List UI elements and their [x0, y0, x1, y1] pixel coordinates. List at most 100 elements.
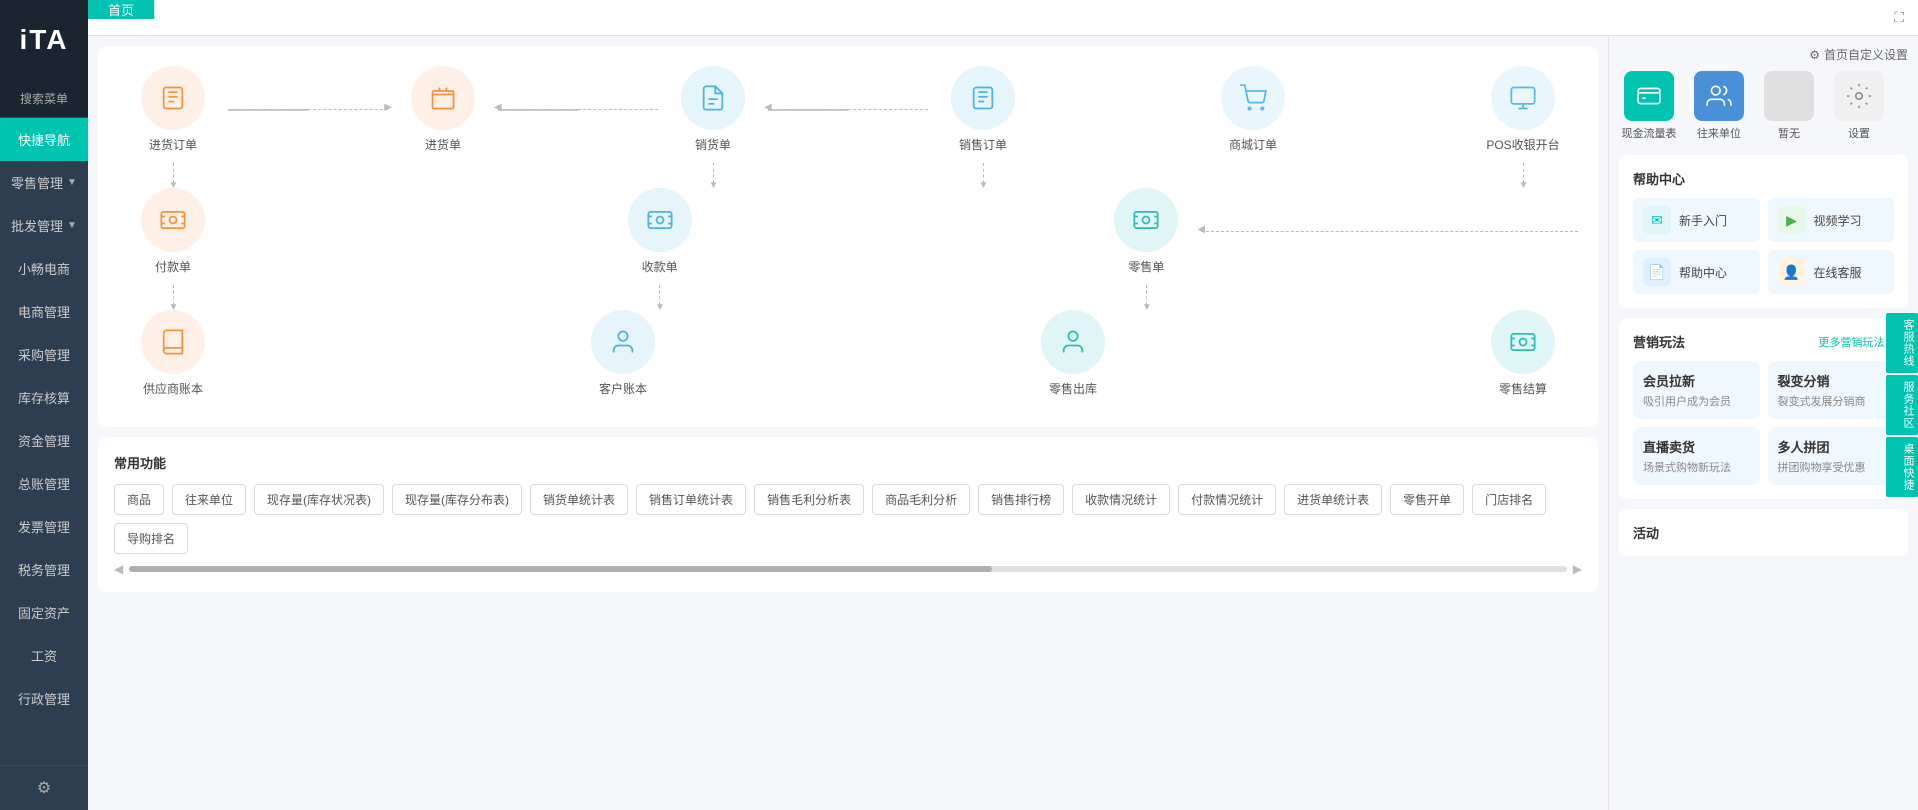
flow-circle-retail-outbound [1041, 310, 1105, 374]
func-button[interactable]: 进货单统计表 [1284, 484, 1382, 515]
flow-label-sales-receipt: 销货单 [695, 136, 731, 153]
quick-icon-box-cash-flow [1624, 71, 1674, 121]
flow-node-retail-order[interactable]: 零售单 [1091, 188, 1201, 275]
func-button[interactable]: 销售订单统计表 [636, 484, 746, 515]
chevron-icon: ▼ [67, 220, 77, 231]
help-section: 帮助中心 ✉新手入门 ▶ 视频学习 📄帮助中心👤在线客服 [1619, 155, 1908, 308]
quick-icon-settings[interactable]: 设置 [1829, 71, 1889, 141]
sidebar-item-xiaochang[interactable]: 小畅电商 [0, 247, 88, 290]
flow-row-1: 进货订单 ▶ 进货单 ◀ 销货单 ◀ 销售订单 商城订单 POS收银开台 [118, 66, 1578, 153]
sidebar-item-retail[interactable]: 零售管理▼ [0, 161, 88, 204]
sidebar-item-inventory[interactable]: 库存核算 [0, 376, 88, 419]
func-button[interactable]: 销货单统计表 [530, 484, 628, 515]
common-functions-title: 常用功能 [114, 453, 1582, 472]
customize-bar[interactable]: ⚙ 首页自定义设置 [1619, 46, 1908, 63]
vert-cell-retail: ▼ [1091, 285, 1201, 305]
func-button[interactable]: 收款情况统计 [1072, 484, 1170, 515]
marketing-title: 营销玩法 [1633, 332, 1685, 351]
flow-node-sales-receipt[interactable]: 销货单 [658, 66, 768, 153]
help-item-beginner[interactable]: ✉新手入门 [1633, 198, 1760, 242]
flow-node-customer-account[interactable]: 客户账本 [568, 310, 678, 397]
float-btn-community[interactable]: 服务社区 [1886, 375, 1918, 435]
activity-title: 活动 [1633, 523, 1894, 542]
flow-node-pos[interactable]: POS收银开台 [1468, 66, 1578, 153]
flow-node-collection[interactable]: 收款单 [605, 188, 715, 275]
help-icon-video: ▶ [1778, 206, 1806, 234]
marketing-item-live[interactable]: 直播卖货 场景式购物新玩法 [1633, 427, 1760, 485]
func-button[interactable]: 往来单位 [172, 484, 246, 515]
flow-node-purchase-receipt[interactable]: 进货单 [388, 66, 498, 153]
func-button[interactable]: 付款情况统计 [1178, 484, 1276, 515]
marketing-header: 营销玩法 更多营销玩法 > [1633, 332, 1894, 351]
quick-icon-partner[interactable]: 往来单位 [1689, 71, 1749, 141]
sidebar-search[interactable]: 搜索菜单 [0, 80, 88, 118]
func-button[interactable]: 商品 [114, 484, 164, 515]
sidebar-gear-icon[interactable]: ⚙ [0, 766, 88, 810]
flow-node-payment[interactable]: 付款单 [118, 188, 228, 275]
sidebar-item-more[interactable]: 行政管理 [0, 677, 88, 720]
gear-small-icon: ⚙ [1809, 48, 1820, 62]
sidebar-item-purchase[interactable]: 采购管理 [0, 333, 88, 376]
help-item-service[interactable]: 👤在线客服 [1768, 250, 1895, 294]
settings-icon [1846, 83, 1872, 109]
vert-arrow-icon: ▼ [1523, 163, 1524, 183]
float-btn-desktop[interactable]: 桌面快捷 [1886, 437, 1918, 497]
help-item-label-video: 视频学习 [1814, 212, 1862, 229]
scroll-right[interactable]: ▶ [1573, 562, 1582, 576]
flow-node-purchase-order[interactable]: 进货订单 [118, 66, 228, 153]
flow-circle-supplier-account [141, 310, 205, 374]
func-button[interactable]: 现存量(库存分布表) [392, 484, 522, 515]
help-icon-service: 👤 [1778, 258, 1806, 286]
sidebar-item-salary[interactable]: 工资 [0, 634, 88, 677]
vert-cell: ▼ [1468, 163, 1578, 183]
quick-icon-none[interactable]: 暂无 [1759, 71, 1819, 141]
scroll-left[interactable]: ◀ [114, 562, 123, 576]
marketing-more[interactable]: 更多营销玩法 > [1819, 334, 1894, 350]
flow-row-2: 付款单 收款单 零售单 ◀ [118, 188, 1578, 275]
tab-home[interactable]: 首页 [88, 0, 155, 19]
quick-icon-cash-flow[interactable]: 现金流量表 [1619, 71, 1679, 141]
help-icon-beginner: ✉ [1643, 206, 1671, 234]
flow-circle-pos [1491, 66, 1555, 130]
left-panel: 进货订单 ▶ 进货单 ◀ 销货单 ◀ 销售订单 商城订单 POS收银开台 ▼ ▼ [88, 36, 1608, 810]
flow-label-retail-outbound: 零售出库 [1049, 380, 1097, 397]
func-button[interactable]: 零售开单 [1390, 484, 1464, 515]
sidebar-item-tax[interactable]: 税务管理 [0, 548, 88, 591]
flow-label-payment: 付款单 [155, 258, 191, 275]
flow-circle-payment [141, 188, 205, 252]
sidebar-item-quick-nav[interactable]: 快捷导航 [0, 118, 88, 161]
flow-node-mall-order[interactable]: 商城订单 [1198, 66, 1308, 153]
sidebar-item-assets[interactable]: 固定资产 [0, 591, 88, 634]
sidebar-bottom: ⚙ [0, 765, 88, 810]
func-button[interactable]: 导购排名 [114, 523, 188, 554]
sidebar-item-ledger[interactable]: 总账管理 [0, 462, 88, 505]
vert-cell: ▼ [658, 163, 768, 183]
sidebar-item-wholesale[interactable]: 批发管理▼ [0, 204, 88, 247]
flow-circle-sales-order [951, 66, 1015, 130]
flow-diagram: 进货订单 ▶ 进货单 ◀ 销货单 ◀ 销售订单 商城订单 POS收银开台 ▼ ▼ [118, 66, 1578, 407]
fullscreen-button[interactable]: ⛶ [1890, 5, 1908, 30]
marketing-grid: 会员拉新 吸引用户成为会员 裂变分销 裂变式发展分销商 直播卖货 场景式购物新玩… [1633, 361, 1894, 485]
sidebar-item-ecommerce[interactable]: 电商管理 [0, 290, 88, 333]
flow-node-supplier-account[interactable]: 供应商账本 [118, 310, 228, 397]
func-button[interactable]: 现存量(库存状况表) [254, 484, 384, 515]
func-button[interactable]: 商品毛利分析 [872, 484, 970, 515]
help-item-label-help: 帮助中心 [1679, 264, 1727, 281]
flow-node-sales-order[interactable]: 销售订单 [928, 66, 1038, 153]
help-item-help[interactable]: 📄帮助中心 [1633, 250, 1760, 294]
marketing-item-member[interactable]: 会员拉新 吸引用户成为会员 [1633, 361, 1760, 419]
func-button[interactable]: 门店排名 [1472, 484, 1546, 515]
help-item-video[interactable]: ▶ 视频学习 [1768, 198, 1895, 242]
func-button[interactable]: 销售毛利分析表 [754, 484, 864, 515]
sidebar-item-invoice[interactable]: 发票管理 [0, 505, 88, 548]
vert-connectors-2: ▼ ▼ ▼ [118, 285, 1578, 305]
marketing-item-split[interactable]: 裂变分销 裂变式发展分销商 [1768, 361, 1895, 419]
func-button[interactable]: 销售排行榜 [978, 484, 1064, 515]
marketing-item-group[interactable]: 多人拼团 拼团购物享受优惠 [1768, 427, 1895, 485]
common-functions-card: 常用功能 商品往来单位现存量(库存状况表) 现存量(库存分布表) 销货单统计表销售订… [98, 437, 1598, 592]
float-btn-customer-service[interactable]: 客服热线 [1886, 313, 1918, 373]
flow-label-sales-order: 销售订单 [959, 136, 1007, 153]
sidebar-item-finance[interactable]: 资金管理 [0, 419, 88, 462]
flow-node-retail-outbound[interactable]: 零售出库 [1018, 310, 1128, 397]
flow-node-retail-settlement[interactable]: 零售结算 [1468, 310, 1578, 397]
